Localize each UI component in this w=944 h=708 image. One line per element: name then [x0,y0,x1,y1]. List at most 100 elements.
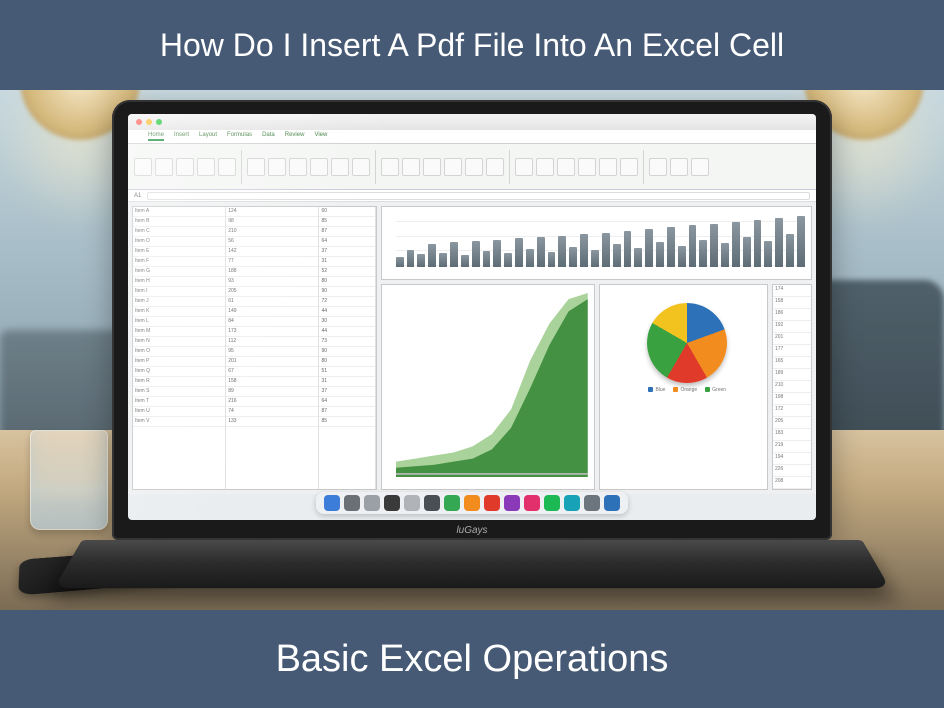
cell: 95 [226,347,318,357]
cell: 44 [319,327,374,337]
dock-app-icon [584,495,600,511]
cell: Item K [133,307,225,317]
ribbon-tab-review: Review [285,132,305,141]
ribbon-button [289,158,307,176]
cell: Item Q [133,367,225,377]
dock-app-icon [564,495,580,511]
bar [472,241,480,267]
side-cell: 208 [773,477,811,489]
side-cell: 189 [773,369,811,381]
cell: 210 [226,227,318,237]
cell: 84 [226,317,318,327]
cell: 44 [319,307,374,317]
bar [602,233,610,267]
close-icon [136,119,142,125]
cell: 149 [226,307,318,317]
cell: Item F [133,257,225,267]
bar [634,248,642,267]
bar [656,242,664,267]
ribbon-button [620,158,638,176]
cell: 60 [319,207,374,217]
bar [450,242,458,267]
ribbon-tab-formulas: Formulas [227,132,252,141]
bar [515,238,523,267]
side-cell: 174 [773,285,811,297]
side-cell: 183 [773,429,811,441]
bar [537,237,545,267]
ribbon-button [247,158,265,176]
side-cell: 177 [773,345,811,357]
cell: 87 [319,227,374,237]
cell: 87 [319,407,374,417]
cell: 89 [226,387,318,397]
ribbon-button [402,158,420,176]
ribbon-tab-layout: Layout [199,132,217,141]
cell: 158 [226,377,318,387]
cell: Item N [133,337,225,347]
bar [689,225,697,267]
bar [743,237,751,267]
ribbon-button [691,158,709,176]
side-cell: 158 [773,297,811,309]
cell: 124 [226,207,318,217]
cell: Item T [133,397,225,407]
ribbon-button [197,158,215,176]
cell: 80 [319,277,374,287]
cell: 31 [319,257,374,267]
side-cell: 210 [773,381,811,393]
bottom-banner: Basic Excel Operations [0,610,944,708]
window-titlebar [128,114,816,130]
pie-legend: BlueOrangeGreen [614,387,761,393]
side-data-strip: 1741581861922011771651892101981722051832… [772,284,812,490]
ribbon-tab-view: View [314,132,327,141]
dock-app-icon [604,495,620,511]
ribbon-button [536,158,554,176]
dock-app-icon [524,495,540,511]
ribbon-button [444,158,462,176]
name-box: A1 [134,193,141,199]
cell: 72 [319,297,374,307]
bar [786,234,794,267]
cell: Item R [133,377,225,387]
ribbon-button [670,158,688,176]
ribbon-tab-data: Data [262,132,275,141]
ribbon-button [268,158,286,176]
side-cell: 192 [773,321,811,333]
bar [428,244,436,267]
ribbon-button [515,158,533,176]
cell: 73 [319,337,374,347]
side-cell: 219 [773,441,811,453]
cell: 67 [226,367,318,377]
cell: 188 [226,267,318,277]
bar [493,240,501,267]
cell: 30 [319,317,374,327]
dock-app-icon [504,495,520,511]
dock-app-icon [424,495,440,511]
ribbon-tab-home: Home [148,132,164,141]
ribbon-button [155,158,173,176]
formula-bar: A1 [128,190,816,202]
maximize-icon [156,119,162,125]
minimize-icon [146,119,152,125]
ribbon-tabs: HomeInsertLayoutFormulasDataReviewView [128,130,816,144]
cell: 56 [226,237,318,247]
ribbon-button [599,158,617,176]
cell: 31 [319,377,374,387]
cell: 142 [226,247,318,257]
ribbon-button [134,158,152,176]
pie-chart: BlueOrangeGreen [599,284,768,490]
bar [721,243,729,267]
dock-app-icon [464,495,480,511]
cell: 112 [226,337,318,347]
top-banner-text: How Do I Insert A Pdf File Into An Excel… [160,27,784,64]
cell: 64 [319,397,374,407]
cell: 98 [226,217,318,227]
cell: Item J [133,297,225,307]
cell: Item I [133,287,225,297]
bar [678,246,686,267]
cell: Item P [133,357,225,367]
bar [699,240,707,267]
cell: 201 [226,357,318,367]
cell: 85 [319,417,374,427]
cell: 173 [226,327,318,337]
